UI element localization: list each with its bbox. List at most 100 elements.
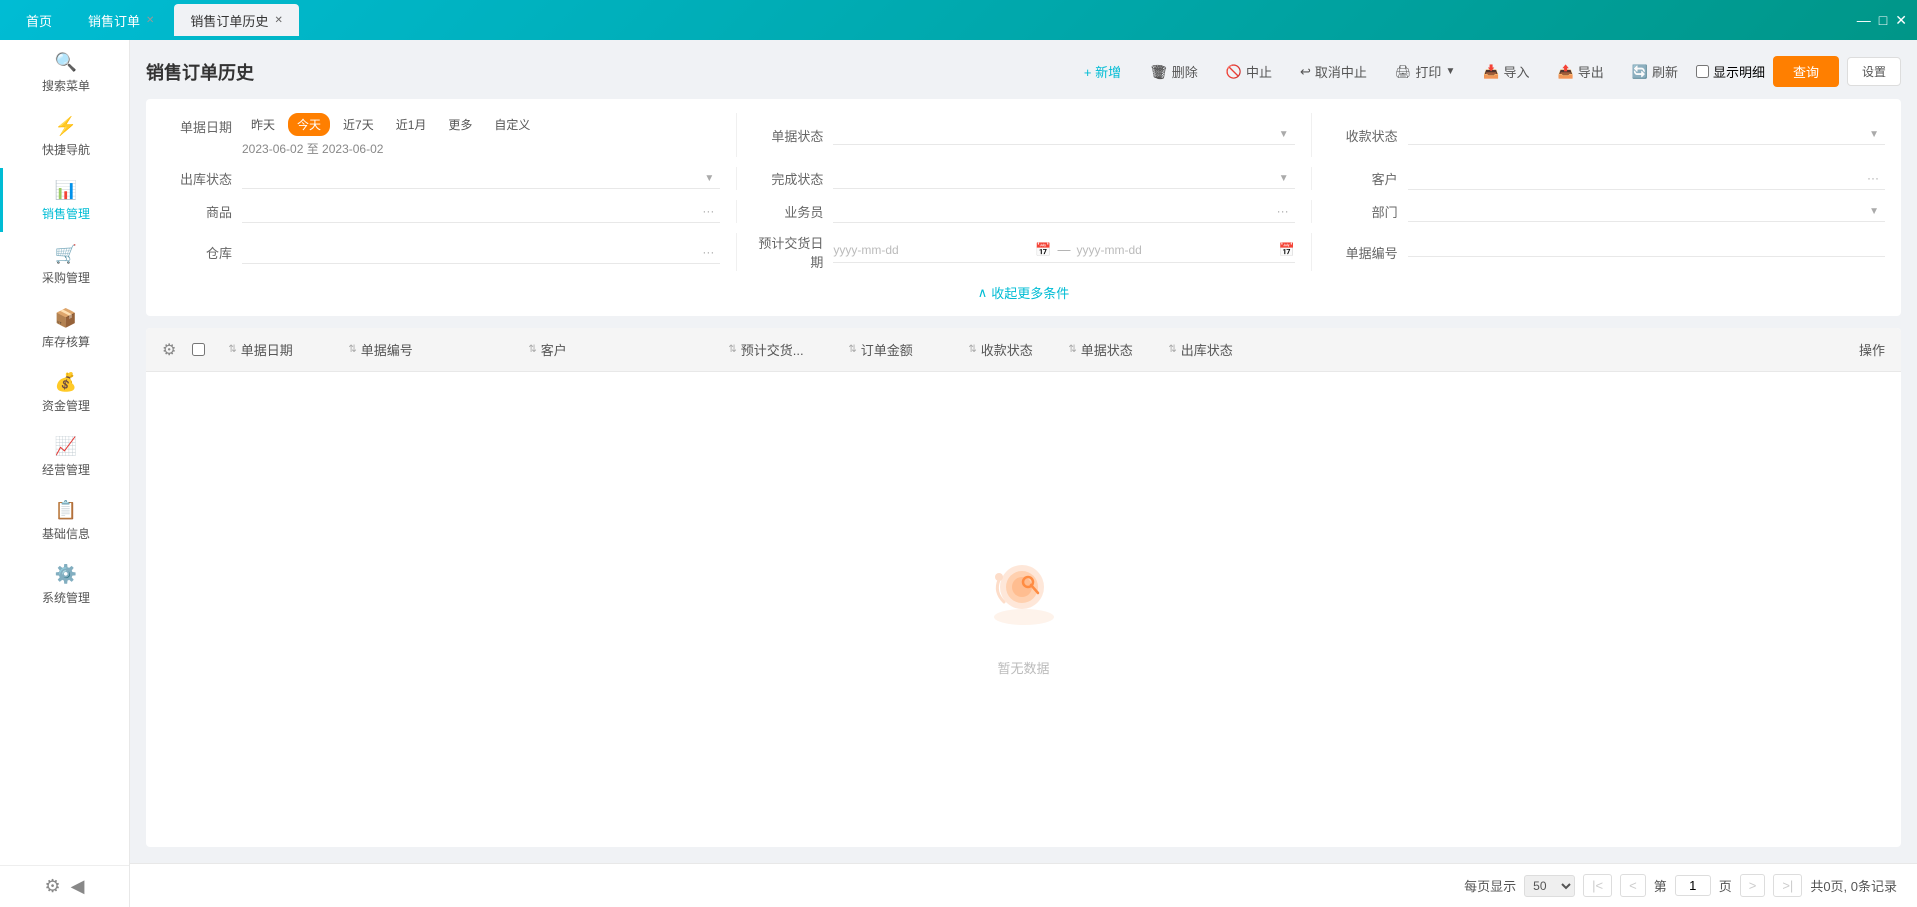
filter-salesman: 业务员 ···: [736, 200, 1310, 223]
product-field[interactable]: ···: [242, 200, 720, 223]
show-details-checkbox[interactable]: [1696, 65, 1709, 78]
settings-bottom-icon[interactable]: ⚙: [45, 876, 61, 897]
export-button[interactable]: 📤 导出: [1548, 57, 1614, 86]
order-status-label: 单据状态: [753, 126, 833, 145]
th-number[interactable]: ⇅ 单据编号: [340, 340, 520, 359]
tab-list: 首页 销售订单 ✕ 销售订单历史 ✕: [10, 4, 1857, 36]
date-btn-1month[interactable]: 近1月: [387, 113, 436, 136]
refresh-button[interactable]: 🔄 刷新: [1622, 57, 1688, 86]
sort-icon-order: ⇅: [1068, 344, 1076, 355]
th-pay-status[interactable]: ⇅ 收款状态: [960, 340, 1060, 359]
show-details-checkbox-wrapper[interactable]: 显示明细: [1696, 62, 1765, 81]
tab-sales-order-history-close[interactable]: ✕: [274, 15, 282, 26]
sidebar: 🔍 搜索菜单 ⚡ 快捷导航 📊 销售管理 🛒 采购管理 📦 库存核算 💰 资金管…: [0, 40, 130, 907]
date-btn-custom[interactable]: 自定义: [485, 113, 539, 136]
th-delivery-label: 预计交货...: [741, 340, 804, 359]
tab-sales-order-history-label: 销售订单历史: [190, 11, 268, 30]
filter-pay-status: 收款状态 ▼: [1311, 113, 1885, 157]
sort-icon-date: ⇅: [228, 344, 236, 355]
calendar-to-icon[interactable]: 📅: [1278, 242, 1294, 258]
th-order-label: 单据状态: [1081, 340, 1133, 359]
export-icon: 📤: [1558, 64, 1574, 80]
collapse-sidebar-icon[interactable]: ◀: [71, 876, 85, 897]
order-no-field[interactable]: [1408, 248, 1885, 257]
th-amount-label: 订单金额: [861, 340, 913, 359]
th-order-status[interactable]: ⇅ 单据状态: [1060, 340, 1160, 359]
date-btn-more[interactable]: 更多: [439, 113, 481, 136]
first-page-button[interactable]: |<: [1583, 874, 1612, 897]
minimize-icon[interactable]: —: [1857, 12, 1871, 28]
th-settings[interactable]: ⚙: [154, 340, 184, 360]
out-status-select[interactable]: ▼: [242, 169, 720, 189]
next-page-button[interactable]: >: [1740, 874, 1766, 897]
date-btn-today[interactable]: 今天: [288, 113, 330, 136]
sidebar-item-operations[interactable]: 📈 经营管理: [0, 424, 129, 488]
product-label: 商品: [162, 202, 242, 221]
th-delivery[interactable]: ⇅ 预计交货...: [720, 340, 840, 359]
filter-delivery-date: 预计交货日期 yyyy-mm-dd 📅 — yyyy-mm-dd 📅: [736, 233, 1310, 271]
tab-sales-order[interactable]: 销售订单 ✕: [72, 4, 170, 36]
th-customer[interactable]: ⇅ 客户: [520, 340, 720, 359]
settings-button[interactable]: 设置: [1847, 57, 1901, 86]
th-checkbox[interactable]: [184, 343, 220, 356]
refresh-icon: 🔄: [1632, 64, 1648, 80]
th-amount[interactable]: ⇅ 订单金额: [840, 340, 960, 359]
prev-page-button[interactable]: <: [1620, 874, 1646, 897]
stop-button[interactable]: 🚫 中止: [1216, 57, 1282, 86]
date-btn-7days[interactable]: 近7天: [334, 113, 383, 136]
cancel-stop-button[interactable]: ↩ 取消中止: [1290, 57, 1377, 86]
import-button[interactable]: 📥 导入: [1473, 57, 1539, 86]
sidebar-purchase-label: 采购管理: [42, 269, 90, 286]
sidebar-item-system[interactable]: ⚙️ 系统管理: [0, 552, 129, 616]
page-label: 第: [1654, 876, 1667, 895]
sidebar-item-inventory[interactable]: 📦 库存核算: [0, 296, 129, 360]
th-date[interactable]: ⇅ 单据日期: [220, 340, 340, 359]
maximize-icon[interactable]: □: [1879, 12, 1887, 28]
pay-status-select[interactable]: ▼: [1408, 125, 1885, 145]
date-buttons-row: 昨天 今天 近7天 近1月 更多 自定义: [242, 113, 720, 136]
th-out-status[interactable]: ⇅ 出库状态: [1160, 340, 1260, 359]
calendar-from-icon[interactable]: 📅: [1035, 242, 1051, 258]
tab-sales-order-close[interactable]: ✕: [146, 15, 154, 26]
per-page-select[interactable]: 50 100 200: [1524, 875, 1575, 897]
complete-status-select[interactable]: ▼: [833, 169, 1294, 189]
sidebar-item-finance[interactable]: 💰 资金管理: [0, 360, 129, 424]
close-window-icon[interactable]: ✕: [1895, 12, 1907, 29]
page-content: 销售订单历史 + 新增 🗑 🗑 删除 🚫 中止 ↩ 取消中止: [130, 40, 1917, 863]
tab-home[interactable]: 首页: [10, 4, 68, 36]
customer-field[interactable]: ···: [1408, 167, 1885, 190]
pay-status-label: 收款状态: [1328, 126, 1408, 145]
tab-sales-order-history[interactable]: 销售订单历史 ✕: [174, 4, 298, 36]
sidebar-item-purchase[interactable]: 🛒 采购管理: [0, 232, 129, 296]
query-button[interactable]: 查询: [1773, 56, 1839, 87]
last-page-button[interactable]: >|: [1773, 874, 1802, 897]
sidebar-item-base[interactable]: 📋 基础信息: [0, 488, 129, 552]
print-icon: 🖨: [1395, 64, 1412, 80]
stop-icon: 🚫: [1226, 64, 1242, 80]
show-details-label: 显示明细: [1713, 62, 1765, 81]
department-select[interactable]: ▼: [1408, 202, 1885, 222]
empty-text: 暂无数据: [997, 658, 1049, 677]
department-label: 部门: [1328, 202, 1408, 221]
select-all-checkbox[interactable]: [192, 343, 205, 356]
date-btn-yesterday[interactable]: 昨天: [242, 113, 284, 136]
order-status-select[interactable]: ▼: [833, 125, 1294, 145]
th-customer-label: 客户: [541, 340, 567, 359]
salesman-field[interactable]: ···: [833, 200, 1294, 223]
delivery-date-from: yyyy-mm-dd: [833, 243, 1029, 257]
warehouse-field[interactable]: ···: [242, 241, 720, 264]
table-header: ⚙ ⇅ 单据日期 ⇅ 单据编号 ⇅ 客户: [146, 328, 1901, 372]
delete-button[interactable]: 🗑 🗑 删除: [1139, 57, 1208, 86]
sidebar-item-quick-nav[interactable]: ⚡ 快捷导航: [0, 104, 129, 168]
collapse-bar[interactable]: ∧ 收起更多条件: [162, 277, 1885, 302]
filter-date-group: 单据日期 昨天 今天 近7天 近1月 更多 自定义 2023-06-02 至 2…: [162, 113, 736, 157]
collapse-text: 收起更多条件: [991, 283, 1069, 302]
sidebar-item-search[interactable]: 🔍 搜索菜单: [0, 40, 129, 104]
add-button[interactable]: + 新增: [1074, 57, 1131, 86]
warehouse-label: 仓库: [162, 243, 242, 262]
sidebar-operations-label: 经营管理: [42, 461, 90, 478]
sidebar-inventory-label: 库存核算: [42, 333, 90, 350]
page-number-input[interactable]: [1675, 875, 1711, 896]
sidebar-item-sales[interactable]: 📊 销售管理: [0, 168, 129, 232]
print-button[interactable]: 🖨 打印 ▼: [1385, 57, 1465, 86]
